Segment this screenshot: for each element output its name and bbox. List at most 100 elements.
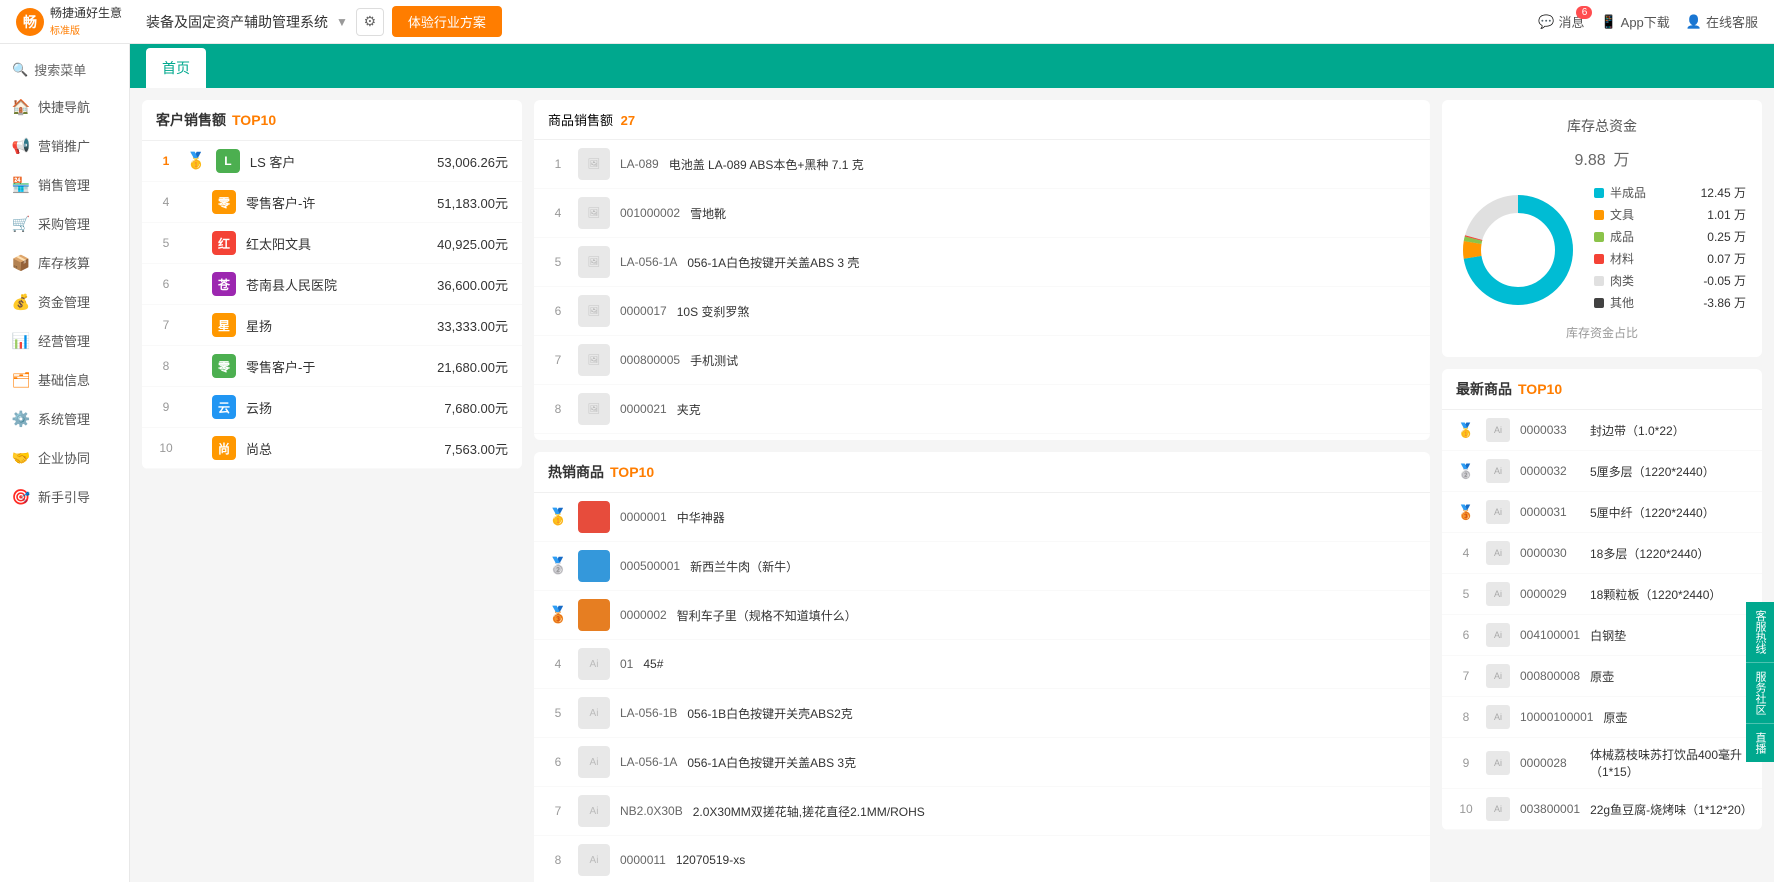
customer-rank-row: 5红红太阳文具40,925.00元	[142, 223, 522, 264]
sidebar-item-inventory[interactable]: 📦 库存核算	[0, 243, 129, 282]
guide-icon: 🎯	[12, 488, 30, 506]
rank-amount: 7,563.00元	[444, 439, 508, 458]
rank-avatar: 零	[212, 190, 236, 214]
sidebar-label-purchase: 采购管理	[38, 214, 90, 233]
app-download-label: App下载	[1621, 12, 1670, 31]
product-name: 22g鱼豆腐-烧烤味（1*12*20）	[1590, 801, 1748, 818]
new-product-row: 6Ai004100001白钢垫	[1442, 615, 1762, 656]
sidebar-item-guide[interactable]: 🎯 新手引导	[0, 477, 129, 516]
product-code: 0000030	[1520, 546, 1580, 560]
finance-icon: 💰	[12, 293, 30, 311]
new-product-row: 4Ai000003018多层（1220*2440）	[1442, 533, 1762, 574]
rank-number: 🥇	[1456, 422, 1476, 439]
product-thumbnail: Ai	[1486, 541, 1510, 565]
float-btn-hotline[interactable]: 客服热线	[1746, 602, 1774, 663]
topbar: 畅 畅捷通好生意 标准版 装备及固定资产辅助管理系统 ▼ ⚙ 体验行业方案 💬 …	[0, 0, 1774, 44]
sidebar-item-system[interactable]: ⚙️ 系统管理	[0, 399, 129, 438]
gear-button[interactable]: ⚙	[356, 8, 384, 36]
donut-wrapper: 半成品12.45 万文具1.01 万成品0.25 万材料0.07 万肉类-0.0…	[1458, 184, 1746, 316]
new-product-row: 🥉Ai00000315厘中纤（1220*2440）	[1442, 492, 1762, 533]
sidebar-item-quick-nav[interactable]: 🏠 快捷导航	[0, 87, 129, 126]
product-thumbnail: 🖼	[578, 246, 610, 278]
legend-name: 肉类	[1610, 272, 1697, 289]
tab-home[interactable]: 首页	[146, 48, 206, 88]
new-product-row: 7Ai000800008原壶	[1442, 656, 1762, 697]
sidebar-item-marketing[interactable]: 📢 营销推广	[0, 126, 129, 165]
logo-area: 畅 畅捷通好生意 标准版	[16, 6, 146, 37]
notification-item[interactable]: 💬 消息 6	[1538, 12, 1584, 31]
rank-number: 5	[548, 255, 568, 269]
sidebar-item-sales[interactable]: 🏪 销售管理	[0, 165, 129, 204]
marketing-icon: 📢	[12, 137, 30, 155]
rank-medal-icon: 🥇	[186, 151, 206, 171]
notification-icon: 💬	[1538, 14, 1554, 30]
product-name: 中华神器	[677, 509, 1416, 526]
service-icon: 👤	[1686, 14, 1702, 30]
legend-name: 材料	[1610, 250, 1701, 267]
legend-color-dot	[1594, 276, 1604, 286]
product-code: 0000001	[620, 510, 667, 524]
customer-rank-row: 7星星扬33,333.00元	[142, 305, 522, 346]
app-download-item[interactable]: 📱 App下载	[1600, 12, 1669, 31]
content-area: 首页 客户销售额 TOP10 1🥇LLS 客户53,006.26元4零零售客户-…	[130, 44, 1774, 882]
trial-button[interactable]: 体验行业方案	[392, 6, 502, 37]
online-service-item[interactable]: 👤 在线客服	[1686, 12, 1758, 31]
product-thumbnail: 🖼	[578, 148, 610, 180]
sidebar-item-finance[interactable]: 💰 资金管理	[0, 282, 129, 321]
inventory-icon: 📦	[12, 254, 30, 272]
float-btn-community[interactable]: 服务社区	[1746, 663, 1774, 724]
legend-item: 成品0.25 万	[1594, 228, 1746, 245]
product-code: 001000002	[620, 206, 680, 220]
float-btn-live[interactable]: 直播	[1746, 724, 1774, 762]
sidebar-item-enterprise[interactable]: 🤝 企业协同	[0, 438, 129, 477]
enterprise-icon: 🤝	[12, 449, 30, 467]
topbar-system: 装备及固定资产辅助管理系统 ▼ ⚙ 体验行业方案	[146, 6, 1538, 37]
rank-number: 8	[548, 402, 568, 416]
product-code: 0000028	[1520, 756, 1580, 770]
legend-color-dot	[1594, 298, 1604, 308]
product-code: 0000031	[1520, 505, 1580, 519]
sidebar-item-base[interactable]: 🗂 基础信息	[0, 360, 129, 399]
sidebar-label-inventory: 库存核算	[38, 253, 90, 272]
hot-product-row: 🥈000500001新西兰牛肉（新牛）	[534, 542, 1430, 591]
product-name: 智利车子里（规格不知道填什么）	[677, 607, 1416, 624]
legend-value: 0.25 万	[1707, 228, 1746, 245]
product-thumbnail: Ai	[1486, 500, 1510, 524]
inventory-total-label: 库存总资金	[1458, 116, 1746, 136]
system-dropdown-icon[interactable]: ▼	[336, 15, 348, 29]
sales-ranking-header: 商品销售额 27	[534, 100, 1430, 140]
customer-ranking-header: 客户销售额 TOP10	[142, 100, 522, 141]
product-thumbnail-placeholder: Ai	[578, 697, 610, 729]
product-thumbnail-placeholder: Ai	[578, 648, 610, 680]
product-name: 体械荔枝味苏打饮品400毫升（1*15）	[1590, 746, 1748, 780]
product-thumbnail: Ai	[1486, 751, 1510, 775]
sidebar-search[interactable]: 🔍 搜索菜单	[0, 52, 129, 87]
product-code: 0000017	[620, 304, 667, 318]
product-name: 056-1A白色按键开关盖ABS 3 壳	[687, 254, 1416, 271]
product-thumbnail-placeholder: Ai	[578, 844, 610, 876]
system-name: 装备及固定资产辅助管理系统	[146, 12, 328, 32]
page-content: 客户销售额 TOP10 1🥇LLS 客户53,006.26元4零零售客户-许51…	[130, 88, 1774, 882]
system-icon: ⚙️	[12, 410, 30, 428]
rank-avatar: 尚	[212, 436, 236, 460]
new-product-row: 5Ai000002918颗粒板（1220*2440）	[1442, 574, 1762, 615]
sidebar-item-operation[interactable]: 📊 经营管理	[0, 321, 129, 360]
product-image	[578, 599, 610, 631]
rank-number: 4	[548, 657, 568, 671]
sidebar: 🔍 搜索菜单 🏠 快捷导航 📢 营销推广 🏪 销售管理 🛒 采购管理 📦 库存核…	[0, 44, 130, 882]
inventory-subtitle: 库存资金占比	[1458, 324, 1746, 341]
sales-rank-row: 6🖼000001710S 变刹罗煞	[534, 287, 1430, 336]
new-products-top10: TOP10	[1518, 381, 1562, 397]
product-name: 12070519-xs	[676, 853, 1416, 867]
product-name: 电池盖 LA-089 ABS本色+黑种 7.1 克	[669, 156, 1416, 173]
rank-avatar: L	[216, 149, 240, 173]
product-name: 5厘中纤（1220*2440）	[1590, 504, 1748, 521]
product-code: 01	[620, 657, 633, 671]
product-name: 雪地靴	[690, 205, 1416, 222]
product-code: 0000002	[620, 608, 667, 622]
product-name: 056-1B白色按键开关壳ABS2克	[687, 705, 1416, 722]
rank-number: 8	[548, 853, 568, 867]
rank-number: 8	[1456, 710, 1476, 724]
sidebar-item-purchase[interactable]: 🛒 采购管理	[0, 204, 129, 243]
rank-number: 7	[548, 353, 568, 367]
